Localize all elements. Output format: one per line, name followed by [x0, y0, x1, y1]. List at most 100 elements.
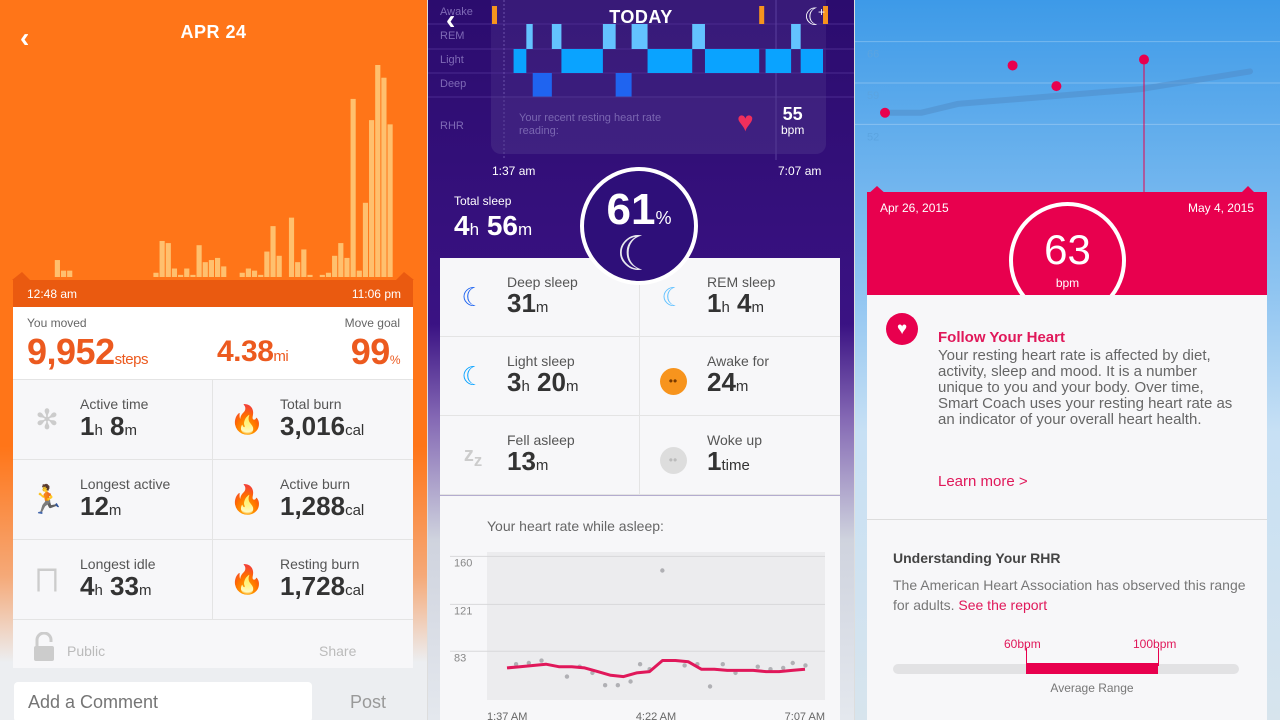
- neutral-face-orange-icon: ••: [658, 361, 688, 395]
- stat-awake-for[interactable]: •• Awake for 24m: [640, 337, 840, 416]
- hr-sample-point: [682, 663, 687, 668]
- sleep-segment-light: [765, 49, 792, 73]
- rhr-unit: bpm: [1055, 276, 1080, 290]
- step-bar: [375, 65, 381, 277]
- average-range-fill: [1026, 663, 1158, 674]
- x-tick-label: 1:37 AM: [487, 711, 527, 720]
- sleep-segment-light: [513, 49, 527, 73]
- sleep-segment-deep: [615, 73, 632, 97]
- heart-rate-asleep-card: Your heart rate while asleep: 83 121 160 1:…: [440, 496, 840, 720]
- moved-label: You moved: [27, 316, 87, 330]
- post-button[interactable]: Post: [350, 692, 386, 713]
- share-button[interactable]: Share: [319, 643, 356, 659]
- runner-icon: 🏃: [29, 484, 65, 515]
- stat-value: 3h 20m: [507, 367, 579, 397]
- steps-unit: steps: [114, 351, 149, 368]
- stat-value: 31m: [507, 288, 549, 318]
- moon-light-icon: ☾: [461, 361, 485, 391]
- range-start-date: Apr 26, 2015: [880, 201, 949, 215]
- stat-fell-asleep[interactable]: zz Fell asleep 13m: [440, 416, 640, 495]
- rhr-data-point: [880, 107, 890, 118]
- add-sleep-moon-icon[interactable]: ☾ +: [804, 6, 826, 30]
- step-bar: [276, 255, 282, 277]
- sleep-segment-light: [800, 49, 823, 73]
- stat-woke-up[interactable]: •• Woke up 1time: [640, 416, 840, 495]
- stat-resting-burn[interactable]: 🔥 Resting burn 1,728cal: [213, 540, 413, 620]
- unlocked-padlock-icon[interactable]: [33, 632, 55, 662]
- heart-rate-line-chart: 83 121 160 1:37 AM 4:22 AM 7:07 AM: [450, 552, 825, 720]
- hr-chart-title: Your heart rate while asleep:: [487, 518, 664, 534]
- chart-right-notch: [396, 272, 414, 280]
- stat-label: Active time: [80, 396, 149, 412]
- sleep-end-time: 7:07 am: [778, 164, 822, 178]
- rhr-value: 63: [1044, 226, 1091, 273]
- understanding-title: Understanding Your RHR: [893, 550, 1061, 566]
- step-bar: [221, 266, 227, 277]
- sleep-panel: Awake REM Light Deep RHR ‹ TODAY ☾ + Your…: [428, 0, 854, 720]
- share-row: Public Share: [13, 620, 413, 668]
- stat-active-burn[interactable]: 🔥 Active burn 1,288cal: [213, 460, 413, 540]
- public-toggle[interactable]: Public: [67, 643, 105, 659]
- stat-total-burn[interactable]: 🔥 Total burn 3,016cal: [213, 380, 413, 460]
- goal-number: 99: [350, 331, 391, 372]
- stat-value: 24m: [707, 367, 749, 397]
- range-high-label: 100bpm: [1133, 637, 1177, 651]
- sleep-segment-light: [561, 49, 603, 73]
- learn-more-link[interactable]: Learn more >: [938, 473, 1028, 490]
- step-bar: [344, 257, 350, 277]
- stat-longest-idle[interactable]: ⨅ Longest idle 4h 33m: [13, 540, 213, 620]
- step-bar: [190, 274, 196, 277]
- chart-start-time: 12:48 am: [27, 287, 78, 301]
- step-bar: [153, 272, 159, 277]
- zz-icon: zz: [463, 444, 483, 470]
- sleep-stats-grid: ☾ Deep sleep 31m ☾ REM sleep 1h 4m ☾ Lig…: [440, 258, 840, 495]
- hr-sample-point: [790, 660, 795, 666]
- step-bar: [54, 260, 60, 277]
- stat-longest-active[interactable]: 🏃 Longest active 12m: [13, 460, 213, 540]
- comment-bar: Post: [0, 668, 427, 720]
- range-caption: Average Range: [1050, 681, 1134, 695]
- step-bar: [67, 270, 73, 277]
- goal-label: Move goal: [344, 316, 400, 330]
- comment-input[interactable]: [14, 682, 312, 720]
- rhr-reading-box: Your recent resting heart rate reading: …: [491, 96, 826, 154]
- step-bar: [332, 255, 338, 277]
- step-bar: [307, 274, 313, 277]
- hr-sample-point: [707, 684, 713, 689]
- stat-light-sleep[interactable]: ☾ Light sleep 3h 20m: [440, 337, 640, 416]
- info-title: Follow Your Heart: [938, 329, 1065, 346]
- step-bar: [369, 120, 375, 278]
- y-tick-label: 160: [454, 557, 472, 569]
- follow-your-heart-card: ♥ Follow Your Heart Your resting heart r…: [867, 295, 1267, 520]
- info-body: Your resting heart rate is affected by d…: [938, 347, 1233, 428]
- see-report-link[interactable]: See the report: [958, 597, 1047, 613]
- sleep-quality-ring: 61% ☾: [580, 167, 698, 285]
- step-bar: [387, 124, 393, 277]
- activity-panel: ‹ APR 24 12:48 am 11:06 pm You moved Mov…: [0, 0, 427, 720]
- stat-label: Longest active: [80, 476, 171, 492]
- x-tick-label: 4:22 AM: [636, 711, 676, 720]
- hr-sample-point: [615, 683, 621, 688]
- step-bar: [338, 243, 344, 277]
- rhr-data-point: [1051, 81, 1062, 92]
- stat-label: Longest idle: [80, 556, 156, 572]
- crescent-moon-icon: ☾: [616, 228, 660, 281]
- step-bar: [215, 257, 221, 277]
- stat-active-time[interactable]: ✻ Active time 1h 8m: [13, 380, 213, 460]
- hr-sample-point: [628, 679, 633, 684]
- sleep-segment-light: [647, 49, 693, 73]
- flame-icon: 🔥: [229, 484, 265, 515]
- activity-stats-grid: ✻ Active time 1h 8m 🔥 Total burn 3,016ca…: [13, 380, 413, 620]
- y-tick-label: 52: [867, 131, 879, 143]
- page-title: TODAY: [609, 7, 673, 27]
- step-bar: [245, 268, 251, 277]
- rhr-text: Your recent resting heart rate reading:: [519, 112, 662, 137]
- step-bar: [362, 202, 369, 277]
- step-bar: [264, 251, 270, 277]
- moon-deep-icon: ☾: [461, 282, 485, 312]
- heart-pulse-icon: ♥: [886, 313, 918, 345]
- rhr-panel: 52 59 66 Apr 26, 2015 May 4, 2015 63 bpm ♥…: [855, 0, 1280, 720]
- rhr-trend-line: [882, 68, 1253, 116]
- understanding-body: The American Heart Association has obser…: [893, 577, 1246, 613]
- y-tick-label: 83: [454, 652, 466, 664]
